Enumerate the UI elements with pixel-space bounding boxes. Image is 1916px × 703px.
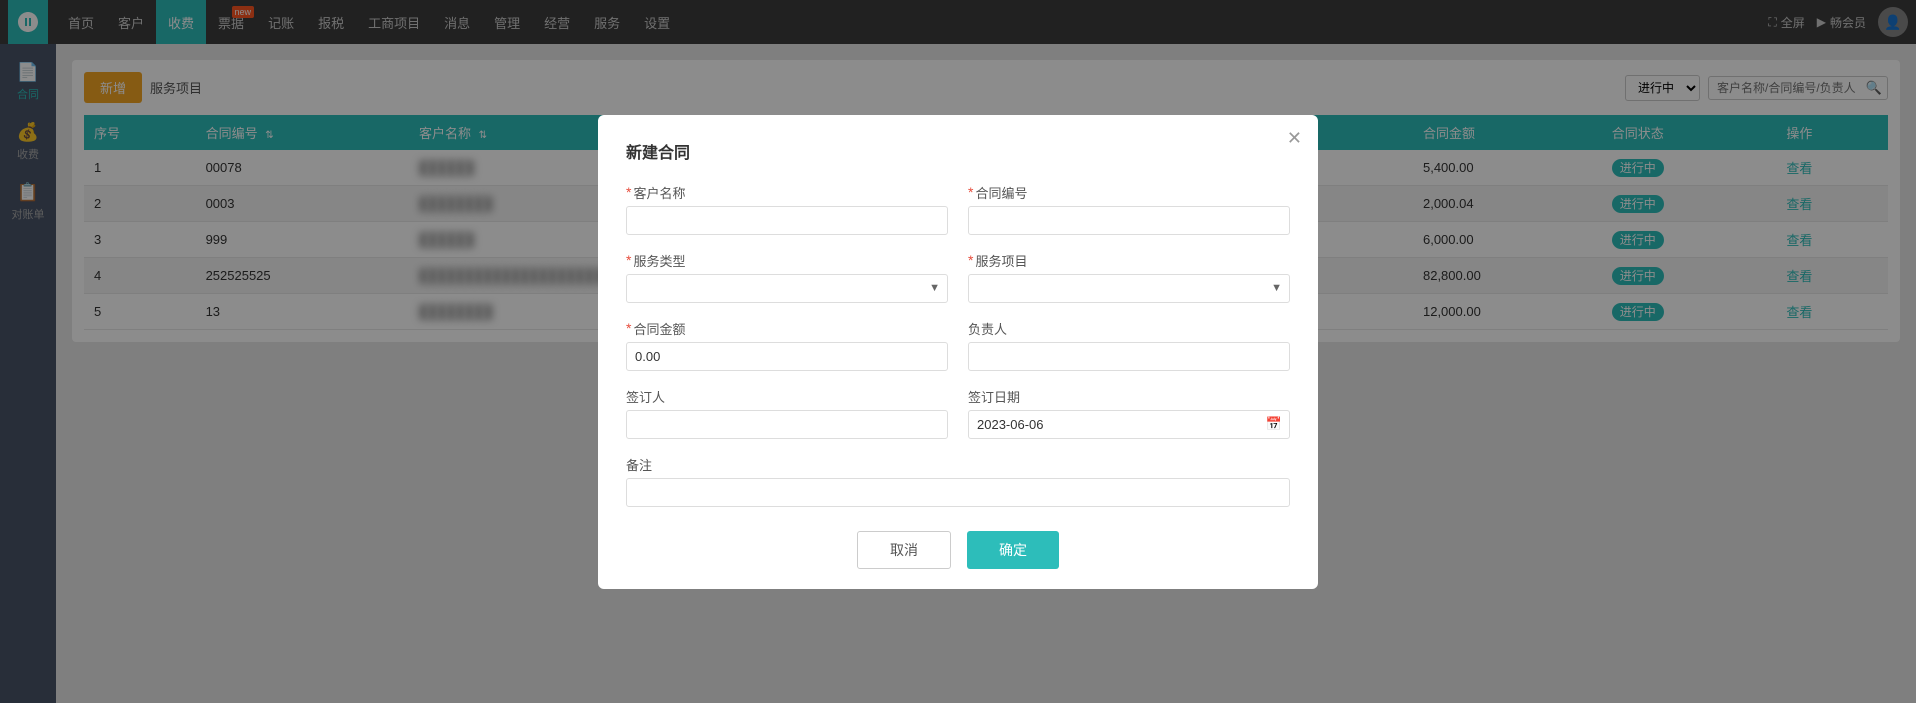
customer-name-input[interactable] [626, 206, 948, 235]
contract-amount-label: * 合同金额 [626, 319, 948, 338]
service-type-select-wrap: ▼ [626, 274, 948, 303]
responsible-input[interactable] [968, 342, 1290, 371]
service-type-label: * 服务类型 [626, 251, 948, 270]
signer-input[interactable] [626, 410, 948, 439]
modal-close-button[interactable]: ✕ [1287, 129, 1302, 147]
contract-amount-input[interactable] [626, 342, 948, 371]
remark-input[interactable] [626, 478, 1290, 507]
contract-no-input[interactable] [968, 206, 1290, 235]
service-item-select[interactable] [968, 274, 1290, 303]
sign-date-label: 签订日期 [968, 387, 1290, 406]
field-responsible: 负责人 [968, 319, 1290, 371]
create-contract-modal: ✕ 新建合同 * 客户名称 * 合同编号 * [598, 115, 1318, 589]
modal-footer: 取消 确定 [626, 531, 1290, 569]
cancel-button[interactable]: 取消 [857, 531, 951, 569]
modal-overlay: ✕ 新建合同 * 客户名称 * 合同编号 * [0, 0, 1916, 703]
modal-title: 新建合同 [626, 139, 1290, 163]
form-grid: * 客户名称 * 合同编号 * 服务类型 [626, 183, 1290, 507]
field-customer-name: * 客户名称 [626, 183, 948, 235]
field-contract-no: * 合同编号 [968, 183, 1290, 235]
service-item-label: * 服务项目 [968, 251, 1290, 270]
responsible-label: 负责人 [968, 319, 1290, 338]
remark-label: 备注 [626, 455, 1290, 474]
contract-no-label: * 合同编号 [968, 183, 1290, 202]
field-service-item: * 服务项目 ▼ [968, 251, 1290, 303]
confirm-button[interactable]: 确定 [967, 531, 1059, 569]
field-service-type: * 服务类型 ▼ [626, 251, 948, 303]
sign-date-input[interactable] [968, 410, 1290, 439]
field-remark: 备注 [626, 455, 1290, 507]
field-contract-amount: * 合同金额 [626, 319, 948, 371]
customer-name-label: * 客户名称 [626, 183, 948, 202]
sign-date-wrap: 📅 [968, 410, 1290, 439]
field-sign-date: 签订日期 📅 [968, 387, 1290, 439]
field-signer: 签订人 [626, 387, 948, 439]
service-type-select[interactable] [626, 274, 948, 303]
service-item-select-wrap: ▼ [968, 274, 1290, 303]
signer-label: 签订人 [626, 387, 948, 406]
